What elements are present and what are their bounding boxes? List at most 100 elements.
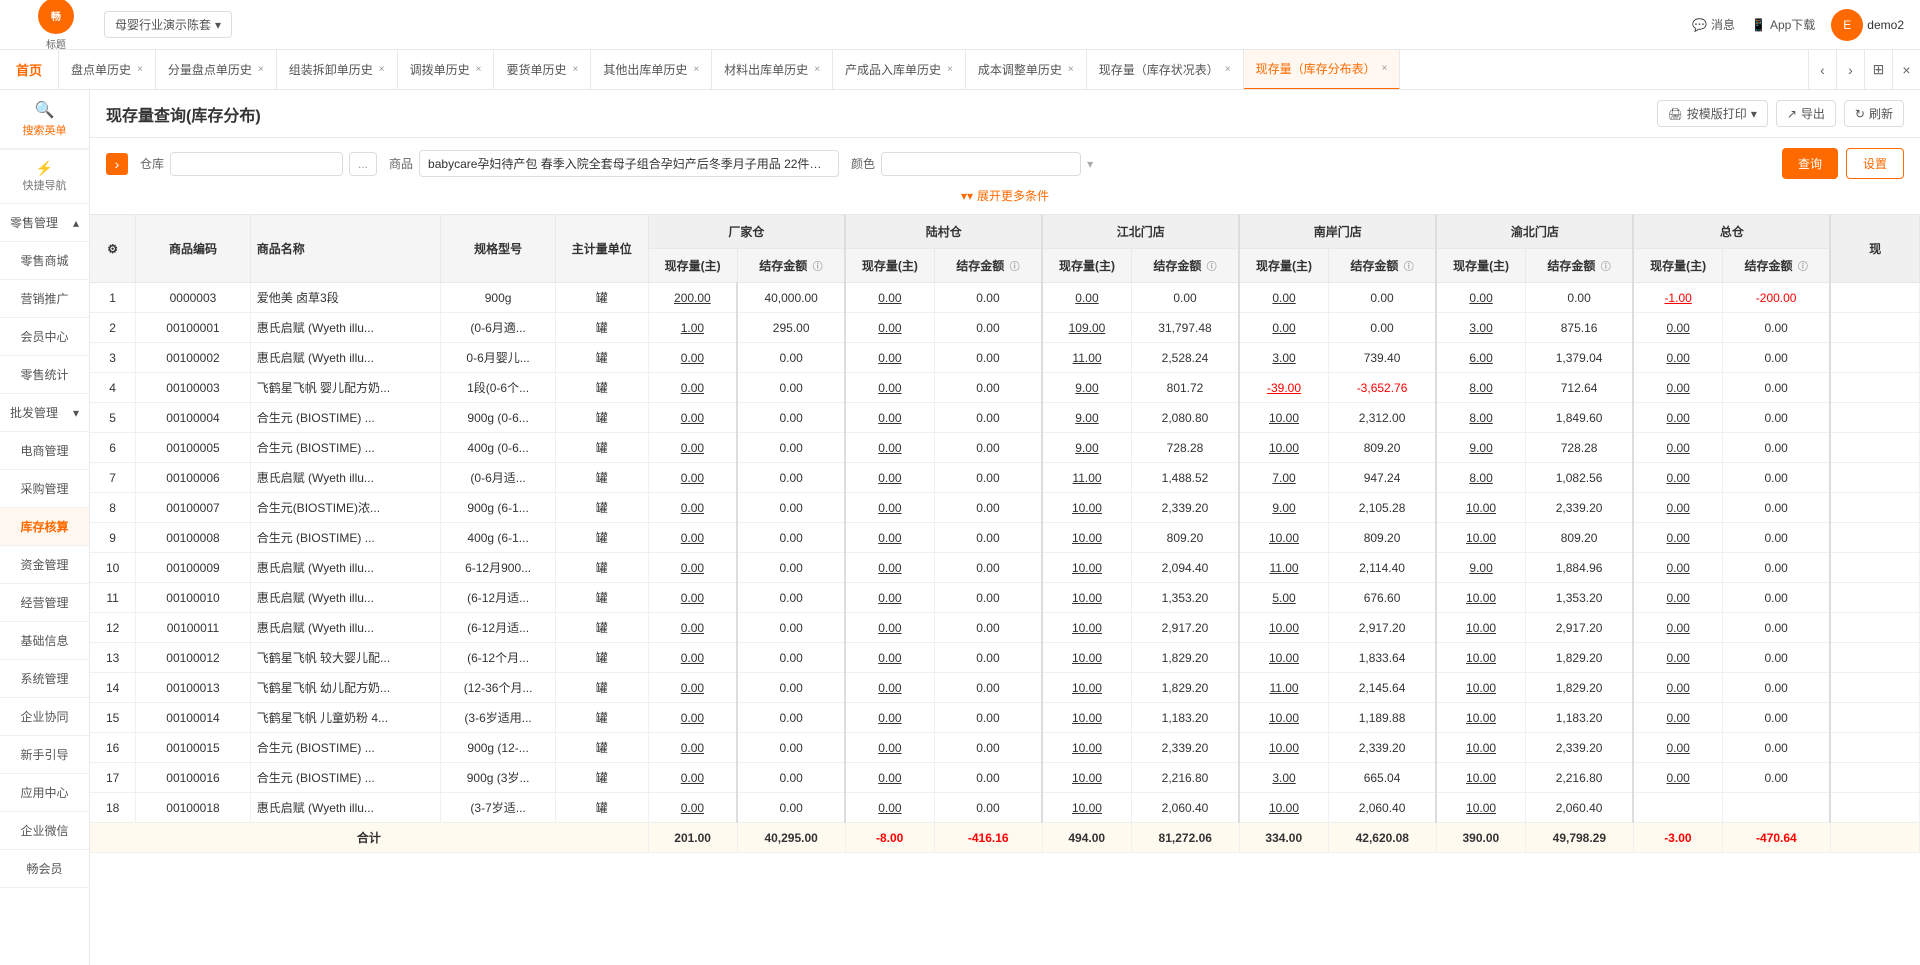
nav-prev-btn[interactable]: ‹: [1808, 50, 1836, 90]
tab-stock-dist[interactable]: 现存量（库存分布表） ×: [1244, 50, 1401, 90]
cell-factory-qty[interactable]: 0.00: [648, 463, 737, 493]
tab-transfer-close[interactable]: ×: [476, 64, 482, 75]
cell-yubei-qty[interactable]: 10.00: [1436, 673, 1525, 703]
message-button[interactable]: 💬 消息: [1692, 16, 1735, 33]
cell-factory-qty[interactable]: 1.00: [648, 313, 737, 343]
expand-conditions[interactable]: ▾▾ 展开更多条件: [961, 187, 1049, 204]
sidebar-item-guide[interactable]: 新手引导: [0, 736, 89, 774]
cell-nanan-qty[interactable]: 10.00: [1239, 643, 1328, 673]
cell-factory-qty[interactable]: 0.00: [648, 403, 737, 433]
tab-other-out-close[interactable]: ×: [693, 64, 699, 75]
cell-total-qty[interactable]: 0.00: [1633, 463, 1722, 493]
warehouse-ellipsis[interactable]: ...: [349, 152, 377, 176]
cell-factory-qty[interactable]: 0.00: [648, 553, 737, 583]
cell-jiangbei-qty[interactable]: 10.00: [1042, 763, 1131, 793]
cell-total-qty[interactable]: 0.00: [1633, 703, 1722, 733]
sidebar-item-basic[interactable]: 基础信息: [0, 622, 89, 660]
sidebar-item-member[interactable]: 会员中心: [0, 318, 89, 356]
sidebar-item-retail-mgmt[interactable]: 零售管理 ▴: [0, 204, 89, 242]
cell-total-qty[interactable]: 0.00: [1633, 673, 1722, 703]
cell-yubei-qty[interactable]: 10.00: [1436, 763, 1525, 793]
cell-nanan-qty[interactable]: 7.00: [1239, 463, 1328, 493]
cell-factory-qty[interactable]: 0.00: [648, 343, 737, 373]
cell-jiangbei-qty[interactable]: 10.00: [1042, 643, 1131, 673]
cell-jiangbei-qty[interactable]: 9.00: [1042, 403, 1131, 433]
nav-close-all-btn[interactable]: ×: [1892, 50, 1920, 90]
tab-order-close[interactable]: ×: [572, 64, 578, 75]
user-area[interactable]: E demo2: [1831, 9, 1904, 41]
cell-lu-qty[interactable]: 0.00: [845, 763, 934, 793]
tab-stocktake-close[interactable]: ×: [137, 64, 143, 75]
cell-yubei-qty[interactable]: 10.00: [1436, 523, 1525, 553]
settings-button[interactable]: 设置: [1846, 148, 1904, 179]
cell-yubei-qty[interactable]: 10.00: [1436, 613, 1525, 643]
cell-nanan-qty[interactable]: 11.00: [1239, 673, 1328, 703]
sidebar-item-retail-stats[interactable]: 零售统计: [0, 356, 89, 394]
sidebar-item-wholesale[interactable]: 批发管理 ▾: [0, 394, 89, 432]
sidebar-item-system[interactable]: 系统管理: [0, 660, 89, 698]
tab-assembly[interactable]: 组装拆卸单历史 ×: [277, 50, 398, 90]
cell-jiangbei-qty[interactable]: 11.00: [1042, 343, 1131, 373]
tab-material[interactable]: 材料出库单历史 ×: [712, 50, 833, 90]
cell-yubei-qty[interactable]: 3.00: [1436, 313, 1525, 343]
sidebar-item-operations[interactable]: 经营管理: [0, 584, 89, 622]
search-button[interactable]: 查询: [1782, 148, 1838, 179]
cell-factory-qty[interactable]: 0.00: [648, 793, 737, 823]
gear-icon[interactable]: ⚙: [107, 242, 118, 256]
tab-order[interactable]: 要货单历史 ×: [494, 50, 591, 90]
cell-nanan-qty[interactable]: 10.00: [1239, 613, 1328, 643]
cell-factory-qty[interactable]: 0.00: [648, 703, 737, 733]
cell-jiangbei-qty[interactable]: 10.00: [1042, 613, 1131, 643]
cell-lu-qty[interactable]: 0.00: [845, 403, 934, 433]
cell-nanan-qty[interactable]: 0.00: [1239, 283, 1328, 313]
tab-stocktake[interactable]: 盘点单历史 ×: [59, 50, 156, 90]
tab-finished[interactable]: 产成品入库单历史 ×: [833, 50, 966, 90]
cell-total-qty[interactable]: 0.00: [1633, 373, 1722, 403]
cell-yubei-qty[interactable]: 8.00: [1436, 373, 1525, 403]
cell-lu-qty[interactable]: 0.00: [845, 313, 934, 343]
cell-factory-qty[interactable]: 0.00: [648, 763, 737, 793]
cell-jiangbei-qty[interactable]: 10.00: [1042, 523, 1131, 553]
sidebar-item-mall[interactable]: 零售商城: [0, 242, 89, 280]
tab-assembly-close[interactable]: ×: [379, 64, 385, 75]
cell-lu-qty[interactable]: 0.00: [845, 793, 934, 823]
tab-stock-status[interactable]: 现存量（库存状况表） ×: [1087, 50, 1244, 90]
cell-factory-qty[interactable]: 0.00: [648, 643, 737, 673]
industry-selector[interactable]: 母婴行业演示陈套 ▾: [104, 11, 232, 38]
tab-partial-close[interactable]: ×: [258, 64, 264, 75]
sidebar-item-inventory[interactable]: 库存核算: [0, 508, 89, 546]
cell-lu-qty[interactable]: 0.00: [845, 343, 934, 373]
print-button[interactable]: 🖨 按模版打印 ▾: [1657, 100, 1768, 127]
cell-lu-qty[interactable]: 0.00: [845, 283, 934, 313]
cell-total-qty[interactable]: 0.00: [1633, 343, 1722, 373]
cell-yubei-qty[interactable]: 10.00: [1436, 703, 1525, 733]
cell-lu-qty[interactable]: 0.00: [845, 463, 934, 493]
cell-nanan-qty[interactable]: 3.00: [1239, 343, 1328, 373]
cell-lu-qty[interactable]: 0.00: [845, 583, 934, 613]
cell-lu-qty[interactable]: 0.00: [845, 373, 934, 403]
cell-jiangbei-qty[interactable]: 10.00: [1042, 673, 1131, 703]
cell-factory-qty[interactable]: 0.00: [648, 583, 737, 613]
tab-partial[interactable]: 分量盘点单历史 ×: [156, 50, 277, 90]
cell-nanan-qty[interactable]: 10.00: [1239, 433, 1328, 463]
tab-cost-close[interactable]: ×: [1068, 64, 1074, 75]
cell-factory-qty[interactable]: 200.00: [648, 283, 737, 313]
cell-yubei-qty[interactable]: 10.00: [1436, 583, 1525, 613]
cell-lu-qty[interactable]: 0.00: [845, 523, 934, 553]
cell-nanan-qty[interactable]: 10.00: [1239, 733, 1328, 763]
tab-finished-close[interactable]: ×: [947, 64, 953, 75]
cell-total-qty[interactable]: [1633, 793, 1722, 823]
cell-nanan-qty[interactable]: 11.00: [1239, 553, 1328, 583]
cell-nanan-qty[interactable]: 0.00: [1239, 313, 1328, 343]
cell-total-qty[interactable]: 0.00: [1633, 643, 1722, 673]
sidebar-item-quicknav[interactable]: ⚡ 快捷导航: [0, 150, 89, 204]
sidebar-item-purchase[interactable]: 采购管理: [0, 470, 89, 508]
cell-yubei-qty[interactable]: 10.00: [1436, 493, 1525, 523]
cell-nanan-qty[interactable]: 10.00: [1239, 523, 1328, 553]
cell-total-qty[interactable]: 0.00: [1633, 493, 1722, 523]
cell-factory-qty[interactable]: 0.00: [648, 433, 737, 463]
cell-jiangbei-qty[interactable]: 0.00: [1042, 283, 1131, 313]
cell-factory-qty[interactable]: 0.00: [648, 373, 737, 403]
cell-jiangbei-qty[interactable]: 9.00: [1042, 373, 1131, 403]
cell-nanan-qty[interactable]: 3.00: [1239, 763, 1328, 793]
